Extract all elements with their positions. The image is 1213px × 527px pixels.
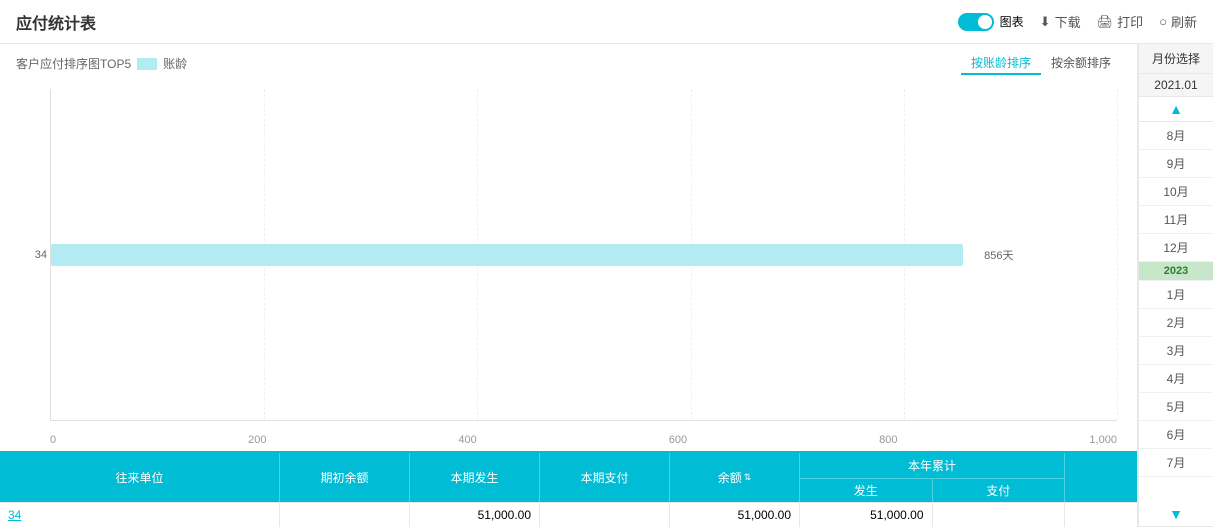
scroll-down-button[interactable]: ▼ [1139, 502, 1213, 527]
th-year-acc-sub: 发生 支付 [800, 479, 1064, 502]
td-period-open [280, 503, 410, 527]
header-actions: 图表 ⬇ 下载 🖨 打印 ○ 刷新 [958, 12, 1197, 31]
sidebar-header: 月份选择 [1139, 44, 1213, 74]
sidebar-month-item-0[interactable]: 8月 [1139, 122, 1213, 150]
sidebar-month-item-11[interactable]: 6月 [1139, 421, 1213, 449]
header: 应付统计表 图表 ⬇ 下载 🖨 打印 ○ 刷新 [0, 0, 1213, 44]
td-unit: 34 [0, 503, 280, 527]
sidebar-month-item-7[interactable]: 2月 [1139, 309, 1213, 337]
chart-toggle-wrap: 图表 [958, 13, 1024, 31]
chart-body: 34 856天 0 200 400 600 800 1,000 [0, 79, 1137, 451]
chart-section: 客户应付排序图TOP5 账龄 按账龄排序 按余额排序 [0, 44, 1138, 527]
chart-axes: 34 856天 [50, 89, 1117, 421]
th-unit: 往来单位 [0, 453, 280, 502]
sort-by-amount-button[interactable]: 按余额排序 [1041, 52, 1121, 75]
page-title: 应付统计表 [16, 10, 96, 34]
sort-by-balance-button[interactable]: 按账龄排序 [961, 52, 1041, 75]
th-balance: 余额 ⇅ [670, 453, 800, 502]
td-year-pay [933, 503, 1066, 527]
sidebar-month-item-6[interactable]: 1月 [1139, 281, 1213, 309]
bar-row: 34 856天 [51, 244, 1117, 266]
sidebar-month-item-4[interactable]: 12月 [1139, 234, 1213, 262]
table-header: 往来单位 期初余额 本期发生 本期支付 余额 ⇅ 本年累计 发生 支付 [0, 453, 1137, 502]
x-tick-200: 200 [248, 434, 266, 446]
chart-legend: 客户应付排序图TOP5 账龄 [16, 55, 187, 72]
sidebar-month-item-12[interactable]: 7月 [1139, 449, 1213, 477]
th-year-pay: 支付 [933, 479, 1065, 502]
th-period-open: 期初余额 [280, 453, 410, 502]
legend-title: 客户应付排序图TOP5 [16, 55, 131, 72]
main-content: 客户应付排序图TOP5 账龄 按账龄排序 按余额排序 [0, 44, 1213, 527]
sidebar-current-date: 2021.01 [1139, 74, 1213, 97]
bar-end-label: 856天 [984, 247, 1013, 263]
x-tick-800: 800 [879, 434, 897, 446]
unit-link[interactable]: 34 [8, 508, 21, 522]
bar-row-label: 34 [13, 249, 47, 261]
table-row: 34 51,000.00 51,000.00 51,000.00 [0, 502, 1137, 527]
print-label: 打印 [1117, 12, 1143, 31]
print-icon: 🖨 [1097, 14, 1114, 30]
x-tick-0: 0 [50, 434, 56, 446]
download-button[interactable]: ⬇ 下载 [1040, 12, 1081, 31]
refresh-button[interactable]: ○ 刷新 [1159, 12, 1197, 31]
th-period-occur: 本期发生 [410, 453, 540, 502]
th-year-acc: 本年累计 发生 支付 [800, 453, 1065, 502]
legend-box-label: 账龄 [163, 55, 187, 72]
sidebar: 月份选择 2021.01 ▲ 8月9月10月11月12月20231月2月3月4月… [1138, 44, 1213, 527]
td-period-pay [540, 503, 670, 527]
x-tick-600: 600 [669, 434, 687, 446]
sidebar-month-list: 8月9月10月11月12月20231月2月3月4月5月6月7月 [1139, 122, 1213, 502]
th-year-occur: 发生 [800, 479, 933, 502]
sidebar-month-item-8[interactable]: 3月 [1139, 337, 1213, 365]
scroll-up-button[interactable]: ▲ [1139, 97, 1213, 122]
bar-fill: 856天 [51, 244, 963, 266]
chart-label: 图表 [1000, 13, 1024, 30]
refresh-icon: ○ [1159, 14, 1167, 29]
th-year-acc-label: 本年累计 [800, 453, 1064, 479]
td-period-occur: 51,000.00 [410, 503, 540, 527]
print-button[interactable]: 🖨 打印 [1097, 12, 1144, 31]
th-period-pay: 本期支付 [540, 453, 670, 502]
refresh-label: 刷新 [1171, 12, 1197, 31]
sidebar-month-item-1[interactable]: 9月 [1139, 150, 1213, 178]
td-balance: 51,000.00 [670, 503, 800, 527]
sidebar-month-item-9[interactable]: 4月 [1139, 365, 1213, 393]
page: 应付统计表 图表 ⬇ 下载 🖨 打印 ○ 刷新 [0, 0, 1213, 527]
chart-toggle[interactable] [958, 13, 994, 31]
chart-sort-buttons: 按账龄排序 按余额排序 [961, 52, 1121, 75]
td-year-occur: 51,000.00 [800, 503, 933, 527]
sidebar-month-item-2[interactable]: 10月 [1139, 178, 1213, 206]
x-tick-400: 400 [458, 434, 476, 446]
balance-sort-icon: ⇅ [744, 472, 752, 483]
x-tick-1000: 1,000 [1089, 434, 1117, 446]
download-label: 下载 [1055, 12, 1081, 31]
sidebar-month-item-5[interactable]: 2023 [1139, 262, 1213, 281]
sidebar-month-item-3[interactable]: 11月 [1139, 206, 1213, 234]
gridline-5 [1117, 89, 1118, 420]
legend-box [137, 58, 157, 70]
sidebar-month-item-10[interactable]: 5月 [1139, 393, 1213, 421]
x-axis: 0 200 400 600 800 1,000 [50, 434, 1117, 446]
download-icon: ⬇ [1040, 14, 1051, 30]
td-year-acc: 51,000.00 [800, 503, 1065, 527]
table-section: 往来单位 期初余额 本期发生 本期支付 余额 ⇅ 本年累计 发生 支付 [0, 451, 1137, 527]
chart-header: 客户应付排序图TOP5 账龄 按账龄排序 按余额排序 [0, 44, 1137, 79]
